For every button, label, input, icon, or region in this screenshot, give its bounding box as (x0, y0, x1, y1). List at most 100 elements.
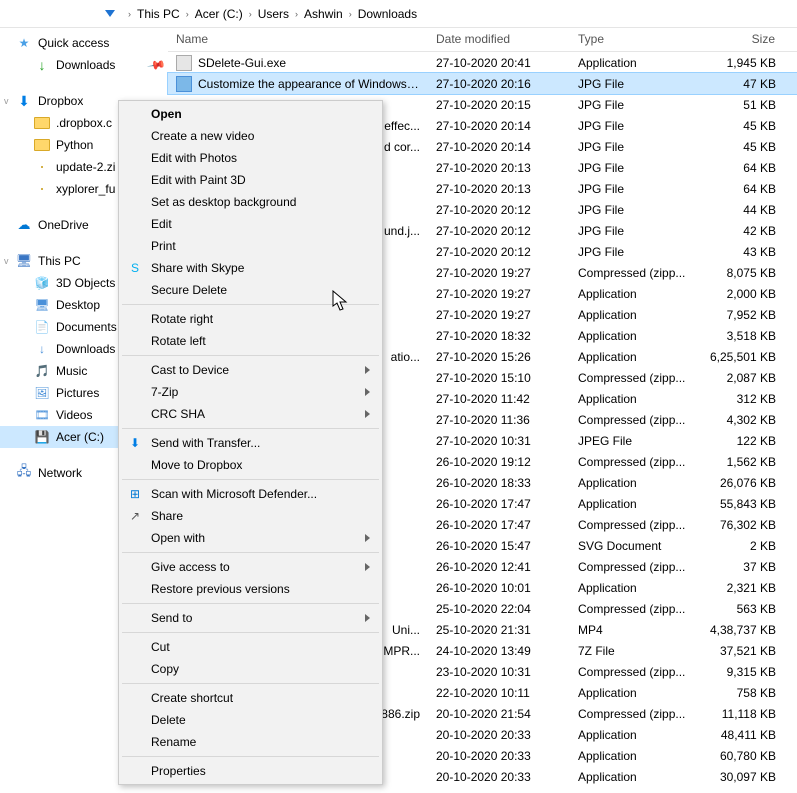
cell-type: Compressed (zipp... (570, 602, 694, 616)
menu-item-rename[interactable]: Rename (121, 731, 380, 753)
menu-item-restore-previous-versions[interactable]: Restore previous versions (121, 578, 380, 600)
menu-item-open-with[interactable]: Open with (121, 527, 380, 549)
sidebar-item-label: Quick access (38, 36, 109, 50)
column-header-name[interactable]: Name (168, 28, 428, 51)
expand-chevron-icon[interactable]: v (4, 256, 14, 266)
cell-type: Application (570, 686, 694, 700)
file-icon (176, 55, 192, 71)
expand-chevron-icon[interactable]: v (4, 96, 14, 106)
menu-item-send-to[interactable]: Send to (121, 607, 380, 629)
breadcrumb-item[interactable]: Ashwin (302, 7, 345, 21)
cell-date: 26-10-2020 19:12 (428, 455, 570, 469)
menu-item-edit-with-photos[interactable]: Edit with Photos (121, 147, 380, 169)
table-row[interactable]: SDelete-Gui.exe27-10-2020 20:41Applicati… (168, 52, 797, 73)
sidebar-item-downloads[interactable]: ↓ Downloads 📌 (0, 54, 168, 76)
menu-item-create-a-new-video[interactable]: Create a new video (121, 125, 380, 147)
menu-item-label: Cast to Device (151, 363, 229, 377)
menu-separator (122, 304, 379, 305)
menu-item-scan-with-microsoft-defender[interactable]: ⊞Scan with Microsoft Defender... (121, 483, 380, 505)
menu-item-label: Scan with Microsoft Defender... (151, 487, 317, 501)
cell-type: Application (570, 392, 694, 406)
star-icon: ★ (16, 35, 32, 51)
cell-date: 26-10-2020 15:47 (428, 539, 570, 553)
menu-item-share[interactable]: ↗Share (121, 505, 380, 527)
menu-item-crc-sha[interactable]: CRC SHA (121, 403, 380, 425)
menu-item-rotate-left[interactable]: Rotate left (121, 330, 380, 352)
cell-date: 25-10-2020 22:04 (428, 602, 570, 616)
menu-item-move-to-dropbox[interactable]: Move to Dropbox (121, 454, 380, 476)
menu-item-label: Properties (151, 764, 206, 778)
menu-item-label: CRC SHA (151, 407, 205, 421)
cell-size: 6,25,501 KB (694, 350, 784, 364)
address-bar[interactable]: › This PC › Acer (C:) › Users › Ashwin ›… (0, 0, 797, 28)
cell-date: 27-10-2020 20:41 (428, 56, 570, 70)
cell-date: 27-10-2020 20:13 (428, 182, 570, 196)
sidebar-item-label: Acer (C:) (56, 430, 104, 444)
cell-date: 26-10-2020 17:47 (428, 497, 570, 511)
cell-size: 122 KB (694, 434, 784, 448)
menu-item-label: 7-Zip (151, 385, 178, 399)
cell-date: 26-10-2020 18:33 (428, 476, 570, 490)
cell-size: 43 KB (694, 245, 784, 259)
cell-date: 27-10-2020 19:27 (428, 287, 570, 301)
breadcrumb-chevron-icon: › (249, 9, 252, 19)
breadcrumb-item[interactable]: Users (256, 7, 291, 21)
menu-item-create-shortcut[interactable]: Create shortcut (121, 687, 380, 709)
cell-date: 27-10-2020 20:16 (428, 77, 570, 91)
sidebar-item-label: Documents (56, 320, 117, 334)
menu-item-copy[interactable]: Copy (121, 658, 380, 680)
column-header-size[interactable]: Size (694, 28, 784, 51)
menu-item-label: Cut (151, 640, 170, 654)
cell-date: 27-10-2020 20:14 (428, 140, 570, 154)
cell-type: Application (570, 287, 694, 301)
cell-type: Application (570, 329, 694, 343)
file-name: Customize the appearance of Windows 1... (198, 77, 420, 91)
sidebar-item-label: update-2.zi (56, 160, 115, 174)
menu-item-rotate-right[interactable]: Rotate right (121, 308, 380, 330)
cell-size: 1,945 KB (694, 56, 784, 70)
menu-item-share-with-skype[interactable]: SShare with Skype (121, 257, 380, 279)
menu-item-send-with-transfer[interactable]: ⬇Send with Transfer... (121, 432, 380, 454)
cell-size: 3,518 KB (694, 329, 784, 343)
cell-size: 312 KB (694, 392, 784, 406)
sidebar-item-quick-access[interactable]: ★ Quick access (0, 32, 168, 54)
breadcrumb-item[interactable]: Acer (C:) (193, 7, 245, 21)
cell-date: 27-10-2020 20:12 (428, 224, 570, 238)
cell-type: Compressed (zipp... (570, 518, 694, 532)
menu-item-cut[interactable]: Cut (121, 636, 380, 658)
cell-date: 27-10-2020 10:31 (428, 434, 570, 448)
table-row[interactable]: Customize the appearance of Windows 1...… (168, 73, 797, 94)
menu-item-edit[interactable]: Edit (121, 213, 380, 235)
menu-item-print[interactable]: Print (121, 235, 380, 257)
breadcrumb-item[interactable]: Downloads (356, 7, 419, 21)
menu-separator (122, 552, 379, 553)
folder-icon: 🎵 (34, 363, 50, 379)
breadcrumb-chevron-icon: › (186, 9, 189, 19)
cell-date: 20-10-2020 20:33 (428, 728, 570, 742)
cell-size: 64 KB (694, 182, 784, 196)
menu-item-label: Open (151, 107, 182, 121)
sidebar-item-label: Videos (56, 408, 92, 422)
folder-icon: 📄 (34, 319, 50, 335)
folder-icon: 🖼 (34, 385, 50, 401)
menu-item-edit-with-paint-3d[interactable]: Edit with Paint 3D (121, 169, 380, 191)
column-header-date[interactable]: Date modified (428, 28, 570, 51)
cell-date: 27-10-2020 20:14 (428, 119, 570, 133)
menu-item-give-access-to[interactable]: Give access to (121, 556, 380, 578)
menu-item-open[interactable]: Open (121, 103, 380, 125)
cell-type: JPG File (570, 77, 694, 91)
menu-item-secure-delete[interactable]: Secure Delete (121, 279, 380, 301)
file-name-fragment: atio... (391, 350, 420, 364)
cell-date: 23-10-2020 10:31 (428, 665, 570, 679)
menu-item-cast-to-device[interactable]: Cast to Device (121, 359, 380, 381)
menu-item-properties[interactable]: Properties (121, 760, 380, 782)
column-header-type[interactable]: Type (570, 28, 694, 51)
menu-item-set-as-desktop-background[interactable]: Set as desktop background (121, 191, 380, 213)
dropdown-arrow-icon[interactable] (100, 4, 120, 24)
cell-type: Application (570, 770, 694, 784)
pc-icon: 🖥 (16, 253, 32, 269)
menu-item-delete[interactable]: Delete (121, 709, 380, 731)
menu-item-7-zip[interactable]: 7-Zip (121, 381, 380, 403)
breadcrumb-item[interactable]: This PC (135, 7, 182, 21)
cell-type: Application (570, 308, 694, 322)
